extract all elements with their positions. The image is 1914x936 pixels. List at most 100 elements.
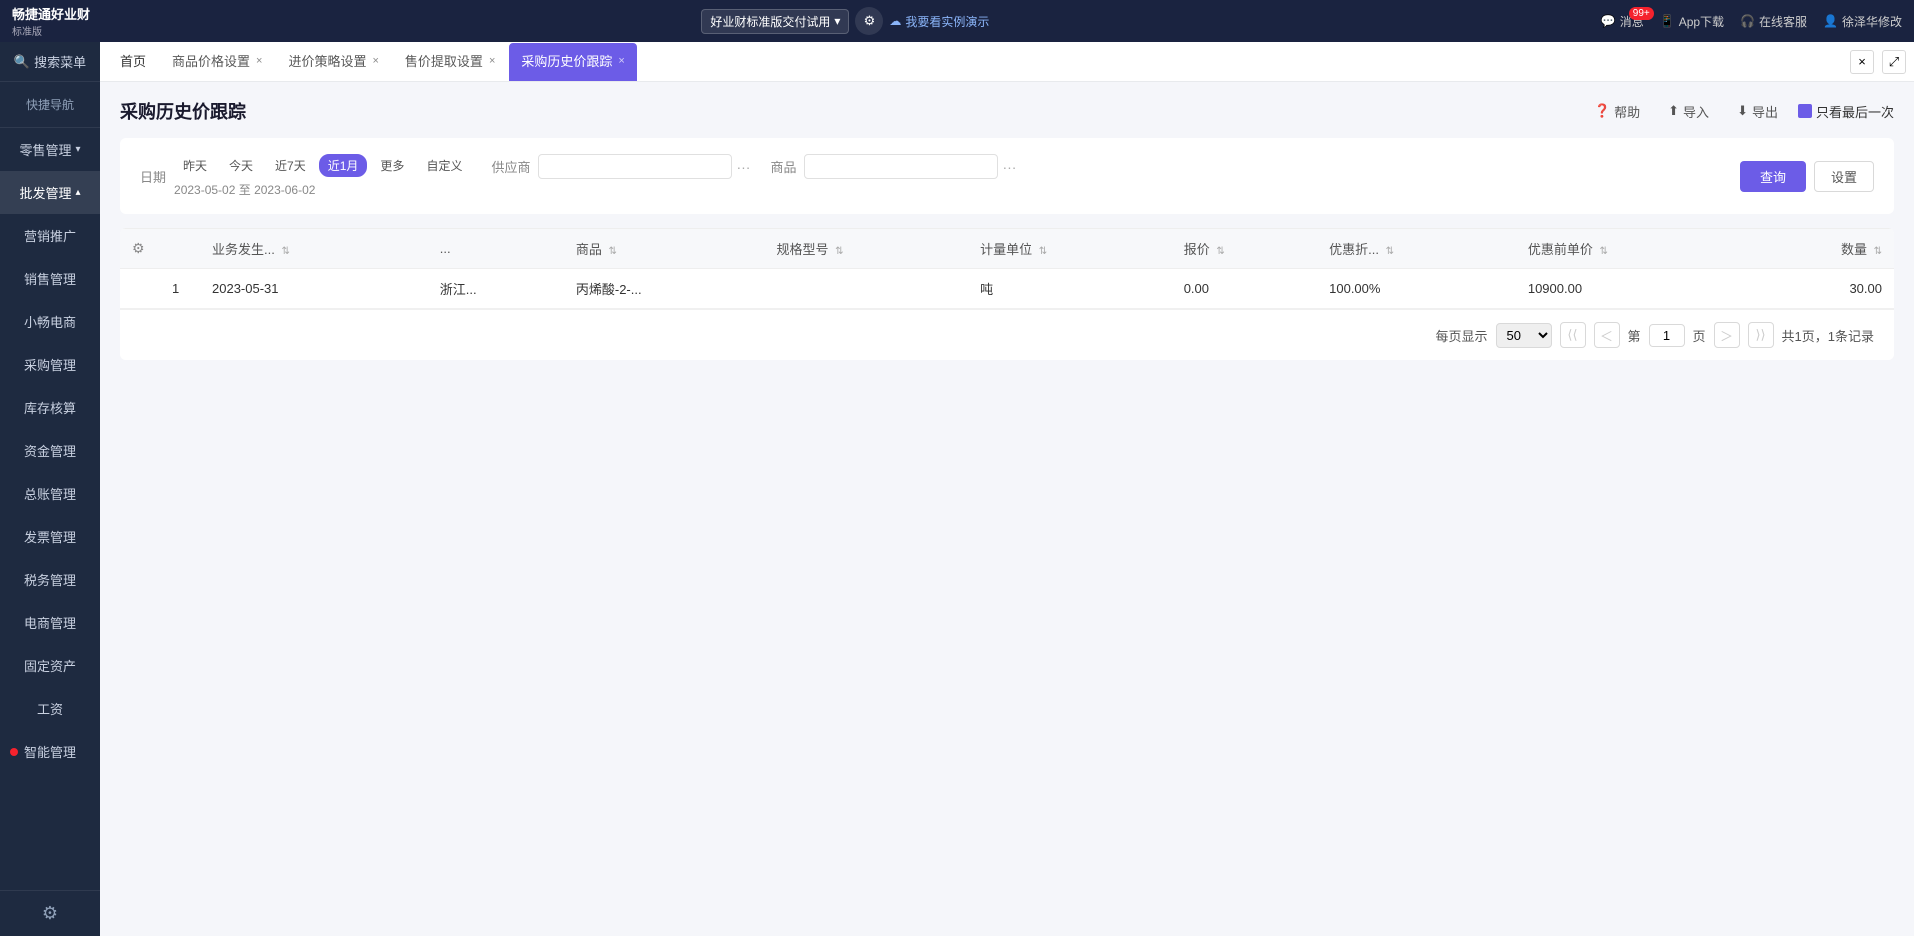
sidebar-settings-button[interactable]: ⚙ [42, 903, 58, 924]
sidebar-label-marketing: 营销推广 [24, 226, 76, 245]
app-download-button[interactable]: 📱 App下载 [1660, 13, 1724, 30]
product-input[interactable] [804, 154, 998, 179]
th-date[interactable]: 业务发生... ⇅ [200, 229, 428, 269]
sidebar-item-tax[interactable]: 税务管理 [0, 558, 100, 601]
td-product: 丙烯酸-2-... [564, 269, 765, 309]
settings-icon[interactable]: ⚙ [855, 7, 883, 35]
date-opt-last1m[interactable]: 近1月 [319, 154, 368, 177]
search-icon: 🔍 [14, 54, 30, 70]
tab-price[interactable]: 商品价格设置 × [160, 43, 274, 81]
sidebar-search[interactable]: 🔍 搜索菜单 [0, 42, 100, 82]
sidebar-item-invoice[interactable]: 发票管理 [0, 515, 100, 558]
supplier-dots[interactable]: ··· [736, 159, 750, 175]
table-header-row: ⚙ 业务发生... ⇅ ... 商品 [120, 229, 1894, 269]
product-filter-label: 商品 [770, 157, 796, 176]
filter-actions: 查询 设置 [1740, 161, 1874, 192]
sort-icon-quantity: ⇅ [1874, 246, 1882, 257]
table-settings-icon[interactable]: ⚙ [132, 240, 145, 256]
td-pre-discount-price: 10900.00 [1516, 269, 1749, 309]
sidebar-item-ecommerce[interactable]: 电商管理 [0, 601, 100, 644]
th-price[interactable]: 报价 ⇅ [1172, 229, 1317, 269]
sort-icon-spec: ⇅ [835, 246, 843, 257]
query-button[interactable]: 查询 [1740, 161, 1806, 192]
tab-sale-price[interactable]: 售价提取设置 × [393, 43, 507, 81]
tab-purchase-strategy[interactable]: 进价策略设置 × [276, 43, 390, 81]
date-options: 昨天 今天 近7天 近1月 更多 自定义 2023-05-02 至 2023-0… [174, 154, 471, 198]
date-opt-yesterday[interactable]: 昨天 [174, 154, 216, 177]
sidebar-item-assets[interactable]: 固定资产 [0, 644, 100, 687]
sidebar-item-purchase[interactable]: 采购管理 [0, 343, 100, 386]
sidebar-item-ecommerce-small[interactable]: 小畅电商 [0, 300, 100, 343]
settings-button[interactable]: 设置 [1814, 161, 1874, 192]
online-service-button[interactable]: 🎧 在线客服 [1740, 13, 1807, 30]
last-only-checkbox[interactable] [1798, 104, 1812, 118]
tab-history-price[interactable]: 采购历史价跟踪 × [509, 43, 636, 81]
td-row-settings [120, 269, 160, 309]
headset-icon: 🎧 [1740, 14, 1755, 28]
page-prev-button[interactable]: ＜ [1594, 322, 1620, 348]
sidebar-item-salary[interactable]: 工资 [0, 687, 100, 730]
message-button[interactable]: 💬 消息 99+ [1601, 13, 1644, 30]
tab-history-price-close[interactable]: × [618, 55, 624, 67]
tab-home[interactable]: 首页 [108, 43, 158, 81]
import-button[interactable]: ⬆ 导入 [1660, 99, 1717, 124]
user-label: 徐泽华修改 [1842, 13, 1902, 30]
supplier-input[interactable] [538, 154, 732, 179]
help-button[interactable]: ❓ 帮助 [1586, 99, 1648, 124]
help-icon: ❓ [1594, 103, 1610, 119]
sidebar-item-marketing[interactable]: 营销推广 [0, 214, 100, 257]
page-input[interactable] [1649, 324, 1685, 347]
top-bar-center: 好业财标准版交付试用 ▾ ⚙ ☁ 我要看实例演示 [701, 7, 989, 35]
supplier-input-group: ··· [538, 154, 750, 179]
tab-bar-right: × ⤢ [1850, 50, 1906, 74]
sidebar-item-wholesale[interactable]: 批发管理 ▴ [0, 171, 100, 214]
th-unit[interactable]: 计量单位 ⇅ [968, 229, 1172, 269]
date-opt-last7[interactable]: 近7天 [266, 154, 315, 177]
version-select[interactable]: 好业财标准版交付试用 ▾ [701, 9, 849, 34]
tab-expand-button[interactable]: ⤢ [1882, 50, 1906, 74]
th-pre-discount-price[interactable]: 优惠前单价 ⇅ [1516, 229, 1749, 269]
last-only-label: 只看最后一次 [1816, 102, 1894, 121]
th-expand[interactable]: ... [428, 229, 564, 269]
sidebar-item-smart[interactable]: 智能管理 [0, 730, 100, 773]
tab-purchase-strategy-close[interactable]: × [372, 55, 378, 67]
demo-link[interactable]: ☁ 我要看实例演示 [889, 13, 989, 30]
page-size-select[interactable]: 50 100 200 [1496, 323, 1552, 348]
last-only-checkbox-label[interactable]: 只看最后一次 [1798, 102, 1894, 121]
page-next-button[interactable]: ＞ [1714, 322, 1740, 348]
sort-icon-product: ⇅ [609, 246, 617, 257]
page-first-button[interactable]: ⟨⟨ [1560, 322, 1586, 348]
th-spec[interactable]: 规格型号 ⇅ [765, 229, 969, 269]
sidebar-item-quick-nav[interactable]: 快捷导航 [0, 88, 100, 121]
page-suffix: 页 [1693, 326, 1706, 345]
app-logo: 畅捷通好业财 标准版 [12, 4, 90, 38]
sidebar-search-label: 搜索菜单 [34, 52, 86, 71]
sidebar-item-retail[interactable]: 零售管理 ▾ [0, 128, 100, 171]
sort-icon-unit: ⇅ [1039, 246, 1047, 257]
message-badge: 99+ [1629, 7, 1654, 20]
export-button[interactable]: ⬇ 导出 [1729, 99, 1786, 124]
tab-sale-price-close[interactable]: × [489, 55, 495, 67]
sidebar-item-sales[interactable]: 销售管理 [0, 257, 100, 300]
product-dots[interactable]: ··· [1002, 159, 1016, 175]
th-discount[interactable]: 优惠折... ⇅ [1317, 229, 1516, 269]
sidebar-item-general-ledger[interactable]: 总账管理 [0, 472, 100, 515]
date-filter-label: 日期 [140, 167, 166, 186]
date-opt-custom[interactable]: 自定义 [417, 154, 471, 177]
date-opt-today[interactable]: 今天 [220, 154, 262, 177]
page-last-button[interactable]: ⟩⟩ [1748, 322, 1774, 348]
th-spec-label: 规格型号 [777, 242, 829, 257]
th-quantity[interactable]: 数量 ⇅ [1749, 229, 1895, 269]
sidebar-item-finance[interactable]: 资金管理 [0, 429, 100, 472]
tab-home-label: 首页 [120, 51, 146, 70]
sidebar-label-inventory: 库存核算 [24, 398, 76, 417]
product-input-group: ··· [804, 154, 1016, 179]
th-product[interactable]: 商品 ⇅ [564, 229, 765, 269]
td-spec [765, 269, 969, 309]
date-opt-more[interactable]: 更多 [371, 154, 413, 177]
tab-close-button[interactable]: × [1850, 50, 1874, 74]
user-menu[interactable]: 👤 徐泽华修改 [1823, 13, 1902, 30]
total-label: 共1页，1条记录 [1782, 326, 1874, 345]
tab-price-close[interactable]: × [256, 55, 262, 67]
sidebar-item-inventory[interactable]: 库存核算 [0, 386, 100, 429]
